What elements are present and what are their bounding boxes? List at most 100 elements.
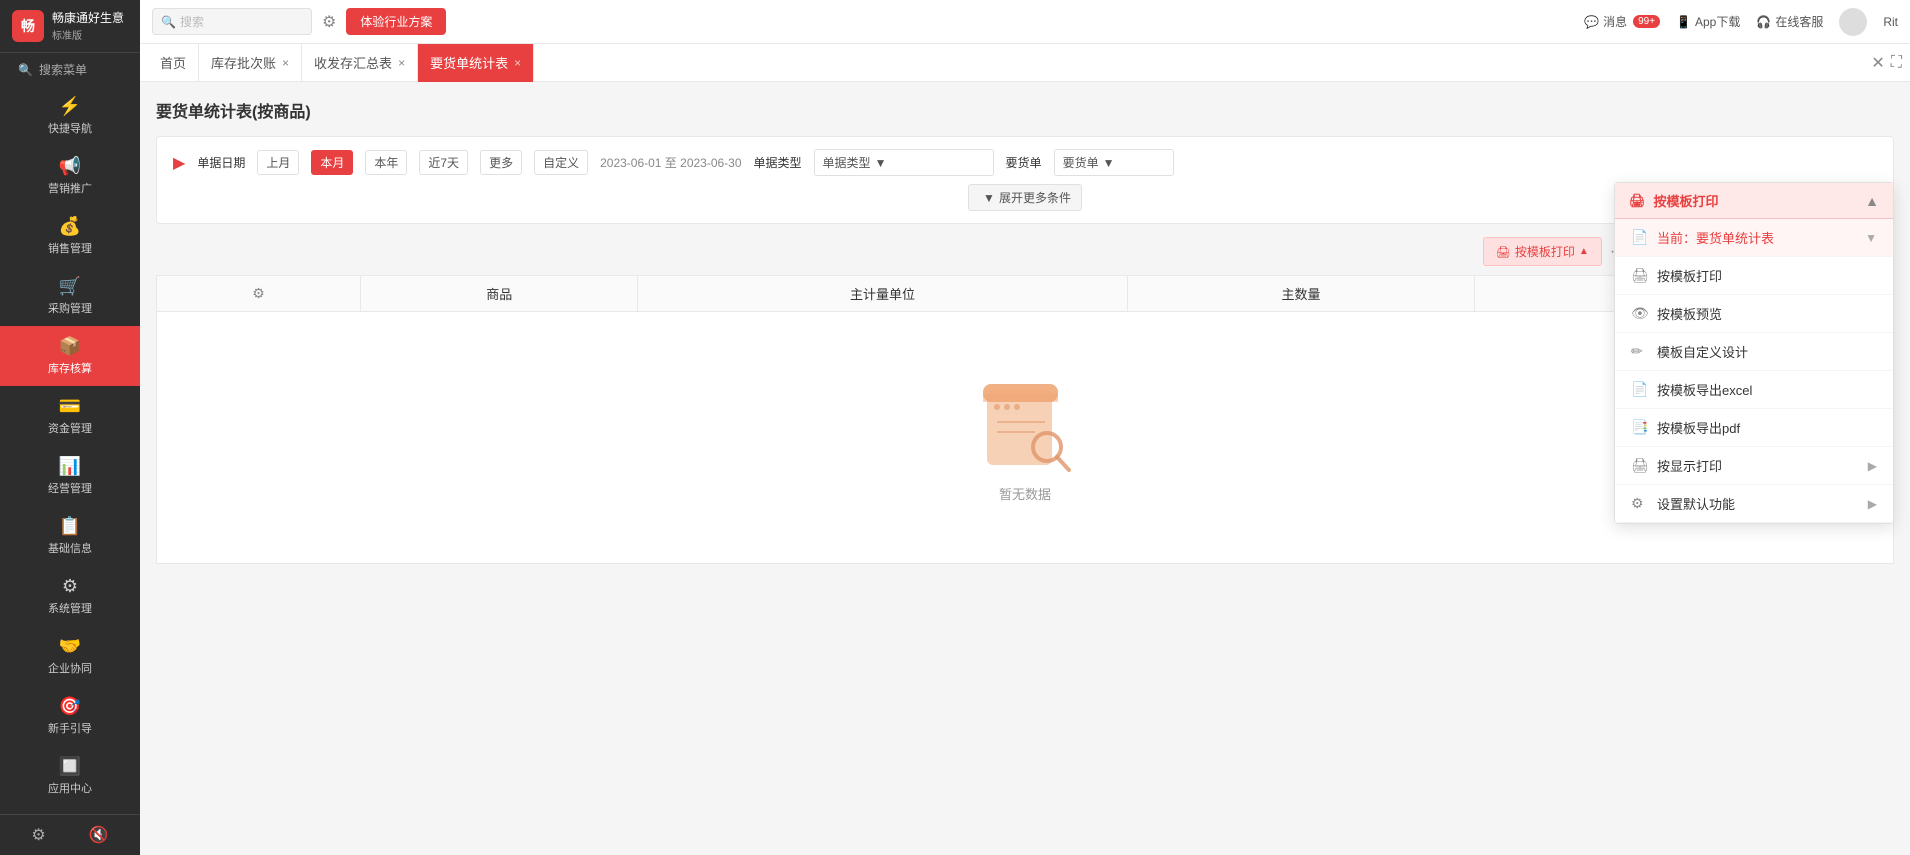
tab-order-stats[interactable]: 要货单统计表 ×	[418, 44, 534, 82]
apps-icon: 🔲	[59, 756, 81, 777]
col-settings[interactable]: ⚙	[157, 276, 361, 312]
topbar: 🔍 搜索 ⚙ 体验行业方案 💬 消息 99+ 📱 App下载 🎧 在线客服 Ri…	[140, 0, 1910, 44]
message-icon: 💬	[1584, 15, 1599, 29]
enterprise-label: 企业协同	[48, 660, 92, 676]
tab-batch-accounts[interactable]: 库存批次账 ×	[199, 44, 302, 82]
order-type-label: 单据类型	[754, 154, 802, 171]
date-btn-7days[interactable]: 近7天	[419, 150, 468, 175]
tabs-close-icon[interactable]: ✕	[1871, 53, 1884, 73]
app-download-item[interactable]: 📱 App下载	[1676, 13, 1740, 30]
system-icon: ⚙	[62, 576, 78, 597]
sidebar-item-inventory[interactable]: 📦 库存核算	[0, 326, 140, 386]
dropdown-item-export-excel[interactable]: 📄 按模板导出excel	[1615, 371, 1893, 409]
sidebar-item-marketing[interactable]: 📢 营销推广	[0, 146, 140, 206]
sidebar-item-purchase[interactable]: 🛒 采购管理	[0, 266, 140, 326]
sidebar-item-finance[interactable]: 💳 资金管理	[0, 386, 140, 446]
phone-icon: 📱	[1676, 15, 1691, 29]
tabs-maximize-icon[interactable]: ⛶	[1891, 54, 1902, 72]
tab-income-summary-label: 收发存汇总表	[314, 53, 392, 72]
mute-icon[interactable]: 🔇	[89, 825, 109, 845]
basic-info-icon: 📋	[59, 516, 81, 537]
current-item-icon: 📄	[1631, 229, 1647, 246]
finance-label: 资金管理	[48, 420, 92, 436]
export-pdf-label: 按模板导出pdf	[1657, 418, 1877, 437]
date-btn-this-year[interactable]: 本年	[365, 150, 407, 175]
tab-income-close-icon[interactable]: ×	[398, 56, 405, 70]
dropdown-item-template-preview[interactable]: 👁 按模板预览	[1615, 295, 1893, 333]
empty-text: 暂无数据	[999, 484, 1051, 503]
app-version: 标准版	[52, 27, 124, 42]
date-btn-this-month[interactable]: 本月	[311, 150, 353, 175]
col-quantity: 主数量	[1127, 276, 1475, 312]
app-name-block: 畅康通好生意 标准版	[52, 10, 124, 42]
sidebar-item-basic-info[interactable]: 📋 基础信息	[0, 506, 140, 566]
dropdown-current-item[interactable]: 📄 当前：要货单统计表 ▼	[1615, 219, 1893, 257]
sidebar-item-system[interactable]: ⚙ 系统管理	[0, 566, 140, 626]
tab-batch-close-icon[interactable]: ×	[282, 56, 289, 70]
tab-income-summary[interactable]: 收发存汇总表 ×	[302, 44, 418, 82]
date-btn-last-month[interactable]: 上月	[257, 150, 299, 175]
sales-icon: 💰	[59, 216, 81, 237]
sidebar-item-apps[interactable]: 🔲 应用中心	[0, 746, 140, 806]
dropdown-item-template-print[interactable]: 🖨 按模板打印	[1615, 257, 1893, 295]
dropdown-item-export-pdf[interactable]: 📑 按模板导出pdf	[1615, 409, 1893, 447]
quick-nav-label: 快捷导航	[48, 120, 92, 136]
message-badge: 99+	[1633, 15, 1660, 28]
trial-button[interactable]: 体验行业方案	[346, 8, 446, 35]
guide-label: 新手引导	[48, 720, 92, 736]
table-settings-icon[interactable]: ⚙	[252, 285, 265, 301]
template-design-icon: ✏	[1631, 343, 1647, 360]
template-preview-label: 按模板预览	[1657, 304, 1877, 323]
topbar-search[interactable]: 🔍 搜索	[152, 8, 312, 35]
sidebar-item-operation[interactable]: 📊 经营管理	[0, 446, 140, 506]
topbar-gear-icon[interactable]: ⚙	[322, 12, 336, 32]
print-dropdown: 🖨 按模板打印 ▲ 📄 当前：要货单统计表 ▼ 🖨 按模板打印 👁 按模板预览	[1614, 182, 1894, 524]
sidebar-item-quick-nav[interactable]: ⚡ 快捷导航	[0, 86, 140, 146]
basic-info-label: 基础信息	[48, 540, 92, 556]
content-area: 要货单统计表(按商品) ▶ 单据日期 上月 本月 本年 近7天 更多 自定义 2…	[140, 82, 1910, 855]
user-avatar[interactable]	[1839, 8, 1867, 36]
order-category-label: 要货单	[1006, 154, 1042, 171]
inventory-icon: 📦	[59, 336, 81, 357]
dropdown-close-icon[interactable]: ▲	[1865, 193, 1879, 209]
date-btn-more[interactable]: 更多	[480, 150, 522, 175]
tab-order-close-icon[interactable]: ×	[514, 56, 521, 70]
sidebar-search[interactable]: 🔍 搜索菜单	[0, 53, 140, 86]
sidebar-item-wechat[interactable]: 💬 企业微信	[0, 806, 140, 814]
filter-row-1: ▶ 单据日期 上月 本月 本年 近7天 更多 自定义 2023-06-01 至 …	[173, 149, 1877, 176]
tab-home[interactable]: 首页	[148, 44, 199, 82]
dropdown-item-template-design[interactable]: ✏ 模板自定义设计	[1615, 333, 1893, 371]
message-item[interactable]: 💬 消息 99+	[1584, 13, 1660, 30]
date-filter-label: 单据日期	[197, 154, 245, 171]
expand-more-btn[interactable]: ▼ 展开更多条件	[968, 184, 1082, 211]
marketing-icon: 📢	[59, 156, 81, 177]
export-excel-label: 按模板导出excel	[1657, 380, 1877, 399]
dropdown-title: 按模板打印	[1654, 191, 1866, 210]
date-range-display: 2023-06-01 至 2023-06-30	[600, 154, 741, 171]
filter-expand-icon[interactable]: ▶	[173, 153, 185, 173]
operation-label: 经营管理	[48, 480, 92, 496]
date-btn-custom[interactable]: 自定义	[534, 150, 588, 175]
purchase-icon: 🛒	[59, 276, 81, 297]
tab-home-label: 首页	[160, 53, 186, 72]
system-label: 系统管理	[48, 600, 92, 616]
current-item-arrow: ▼	[1865, 231, 1877, 245]
dropdown-printer-icon: 🖨	[1629, 193, 1646, 209]
order-type-select[interactable]: 单据类型 ▼	[814, 149, 994, 176]
dropdown-header: 🖨 按模板打印 ▲	[1615, 183, 1893, 219]
export-excel-icon: 📄	[1631, 381, 1647, 398]
display-print-label: 按显示打印	[1657, 456, 1868, 475]
dropdown-item-display-print[interactable]: 🖨 按显示打印 ▶	[1615, 447, 1893, 485]
dropdown-item-default-func[interactable]: ⚙ 设置默认功能 ▶	[1615, 485, 1893, 523]
quick-nav-icon: ⚡	[59, 96, 81, 117]
order-category-select[interactable]: 要货单 ▼	[1054, 149, 1174, 176]
settings-icon[interactable]: ⚙	[31, 825, 45, 845]
print-arrow-icon: ▲	[1579, 246, 1589, 257]
page-title: 要货单统计表(按商品)	[156, 98, 1894, 122]
print-template-label: 按模板打印	[1515, 243, 1575, 260]
online-service-item[interactable]: 🎧 在线客服	[1756, 13, 1823, 30]
print-template-button[interactable]: 🖨 按模板打印 ▲	[1483, 237, 1602, 266]
sidebar-item-guide[interactable]: 🎯 新手引导	[0, 686, 140, 746]
sidebar-item-sales[interactable]: 💰 销售管理	[0, 206, 140, 266]
sidebar-item-enterprise[interactable]: 🤝 企业协同	[0, 626, 140, 686]
